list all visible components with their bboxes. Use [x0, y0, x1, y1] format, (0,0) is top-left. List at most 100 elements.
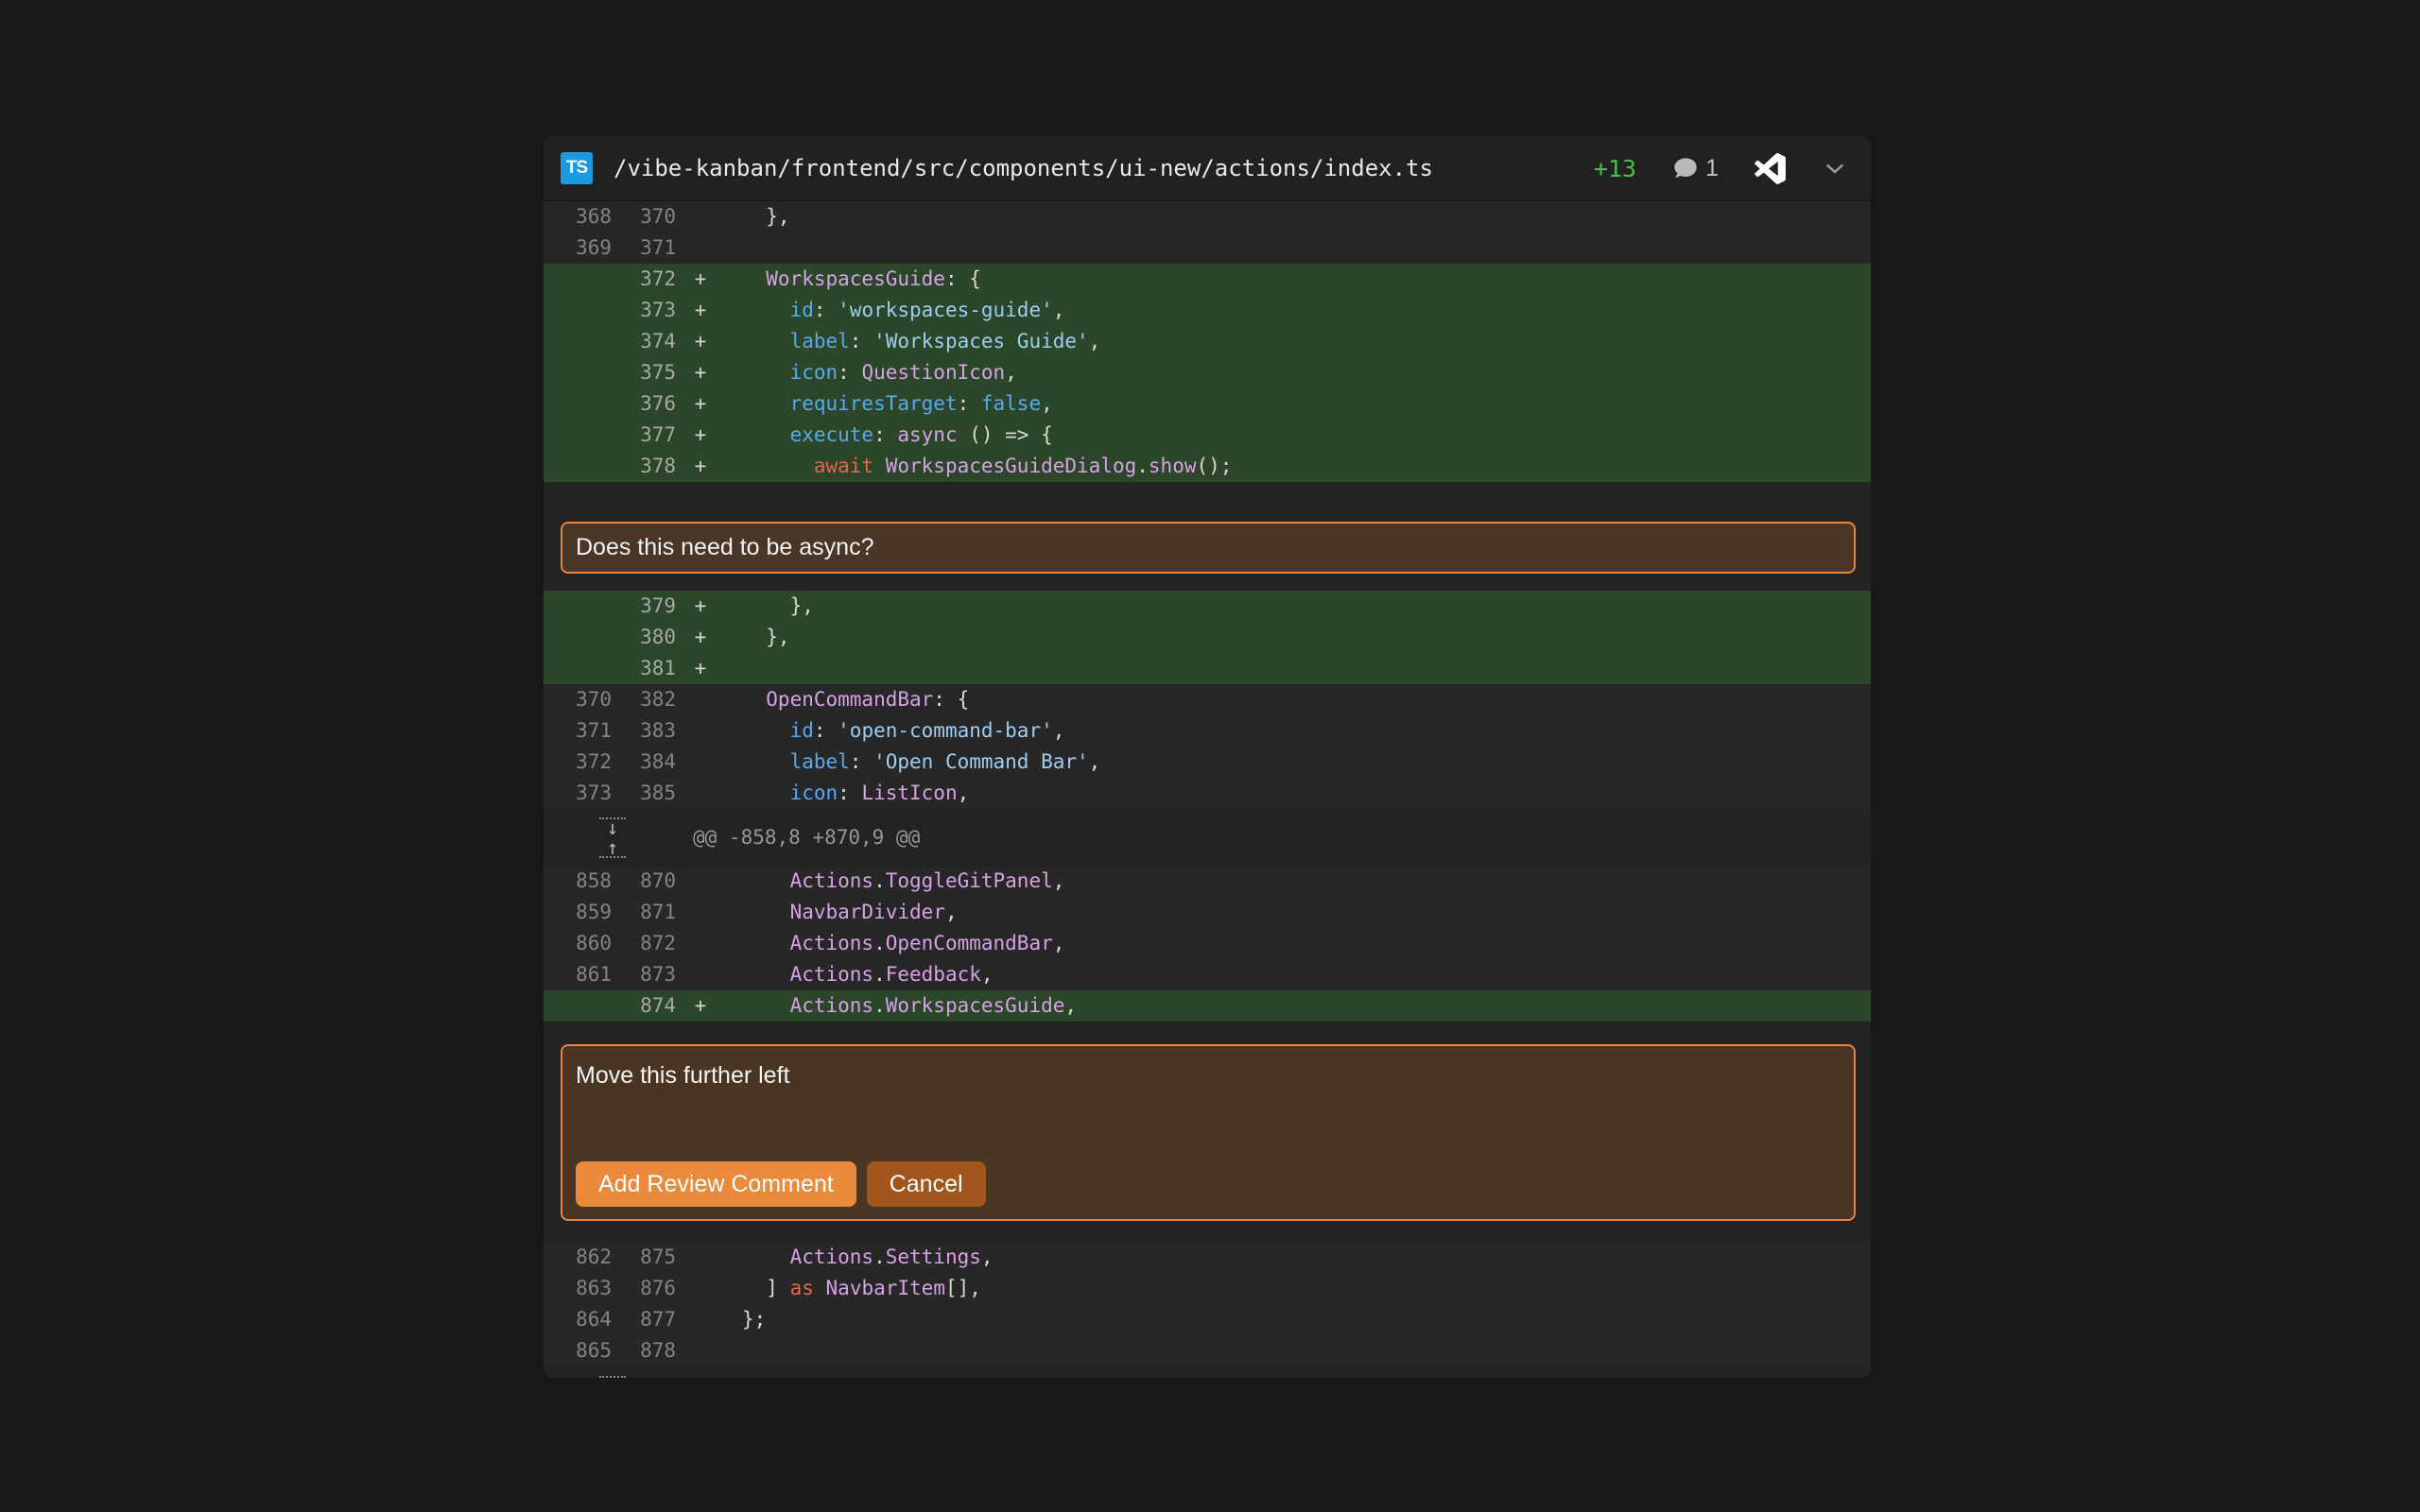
new-line-number: 383: [640, 719, 676, 742]
diff-row[interactable]: 374 + label: 'Workspaces Guide',: [544, 326, 1871, 357]
cancel-button[interactable]: Cancel: [866, 1161, 986, 1207]
old-line-number: 864: [576, 1308, 612, 1331]
diff-row[interactable]: 369 371: [544, 232, 1871, 264]
diff-row[interactable]: 377 + execute: async () => {: [544, 420, 1871, 451]
diff-row[interactable]: 859 871 NavbarDivider,: [544, 897, 1871, 928]
old-line-number: [544, 326, 612, 357]
code-line: Actions.OpenCommandBar,: [742, 932, 1065, 954]
diff-sign: +: [694, 330, 707, 352]
new-line-number: 873: [640, 963, 676, 986]
code-line: Actions.Feedback,: [742, 963, 994, 986]
expand-down-button[interactable]: ↓: [599, 1376, 626, 1378]
old-line-number: 863: [576, 1277, 612, 1299]
diff-row[interactable]: 380 + },: [544, 622, 1871, 653]
diff-row[interactable]: 379 + },: [544, 591, 1871, 622]
code-line: },: [742, 626, 790, 648]
expand-up-icon: ↑: [606, 835, 619, 859]
diff-row[interactable]: 378 + await WorkspacesGuideDialog.show();: [544, 451, 1871, 482]
diff-row[interactable]: 865 878: [544, 1335, 1871, 1366]
diff-sign: [676, 684, 725, 715]
diff-row[interactable]: 375 + icon: QuestionIcon,: [544, 357, 1871, 388]
expand-up-button[interactable]: ↑: [599, 835, 626, 859]
code-line: Actions.ToggleGitPanel,: [742, 869, 1065, 892]
new-line-number: 377: [640, 423, 676, 446]
diff-row[interactable]: 372 384 label: 'Open Command Bar',: [544, 747, 1871, 778]
review-comment-input[interactable]: Move this further left: [576, 1061, 1841, 1161]
open-in-vscode-button[interactable]: [1754, 152, 1786, 184]
diff-row[interactable]: 373 385 icon: ListIcon,: [544, 778, 1871, 809]
diff-sign: [676, 1273, 725, 1304]
diff-sign: [676, 1335, 725, 1366]
diff-row[interactable]: 863 876 ] as NavbarItem[],: [544, 1273, 1871, 1304]
diff-sign: [676, 959, 725, 990]
diff-sign: [676, 928, 725, 959]
diff-row[interactable]: 864 877};: [544, 1304, 1871, 1335]
diff-sign: [676, 1304, 725, 1335]
add-review-comment-button[interactable]: Add Review Comment: [576, 1161, 856, 1207]
diff-row[interactable]: 861 873 Actions.Feedback,: [544, 959, 1871, 990]
dotted-divider: [599, 855, 626, 858]
review-comment-text: Does this need to be async?: [576, 534, 874, 560]
diff-row[interactable]: 376 + requiresTarget: false,: [544, 388, 1871, 420]
old-line-number: 861: [576, 963, 612, 986]
diff-expander: ↓: [544, 1366, 1871, 1378]
diff-row[interactable]: 874 + Actions.WorkspacesGuide,: [544, 990, 1871, 1022]
diff-sign: [676, 897, 725, 928]
code-line: ] as NavbarItem[],: [742, 1277, 981, 1299]
old-line-number: [544, 990, 612, 1022]
additions-count: +13: [1593, 154, 1637, 182]
diff-row[interactable]: 858 870 Actions.ToggleGitPanel,: [544, 866, 1871, 897]
old-line-number: 370: [576, 688, 612, 711]
new-line-number: 877: [640, 1308, 676, 1331]
diff-row[interactable]: 371 383 id: 'open-command-bar',: [544, 715, 1871, 747]
diff-row[interactable]: 381 +: [544, 653, 1871, 684]
old-line-number: 860: [576, 932, 612, 954]
new-line-number: 379: [640, 594, 676, 617]
diff-row[interactable]: 370 382 OpenCommandBar: {: [544, 684, 1871, 715]
code-line: [725, 653, 742, 684]
code-line: WorkspacesGuide: {: [742, 267, 981, 290]
diff-body: 368 370 }, 369 371 372 + WorkspacesGuide: {37…: [544, 201, 1871, 1378]
new-line-number: 871: [640, 901, 676, 923]
comment-count-badge[interactable]: 1: [1672, 155, 1719, 182]
old-line-number: 865: [576, 1339, 612, 1362]
old-line-number: [544, 357, 612, 388]
diff-row[interactable]: 373 + id: 'workspaces-guide',: [544, 295, 1871, 326]
old-line-number: [544, 295, 612, 326]
diff-row[interactable]: 860 872 Actions.OpenCommandBar,: [544, 928, 1871, 959]
review-comment: Does this need to be async?: [561, 522, 1856, 574]
old-line-number: 368: [576, 205, 612, 228]
review-comment-editor: Move this further left Add Review Comment…: [561, 1044, 1856, 1221]
code-line: OpenCommandBar: {: [742, 688, 970, 711]
new-line-number: 374: [640, 330, 676, 352]
diff-sign: +: [694, 626, 707, 648]
code-line: await WorkspacesGuideDialog.show();: [742, 455, 1233, 477]
diff-sign: +: [694, 423, 707, 446]
header-actions: +13 1: [1593, 152, 1848, 184]
code-line: icon: QuestionIcon,: [742, 361, 1017, 384]
new-line-number: 370: [640, 205, 676, 228]
code-line: Actions.WorkspacesGuide,: [742, 994, 1078, 1017]
diff-sign: [676, 715, 725, 747]
collapse-chevron-button[interactable]: [1822, 155, 1848, 181]
expand-down-button[interactable]: ↓: [599, 816, 626, 837]
new-line-number: 371: [640, 236, 676, 259]
new-line-number: 878: [640, 1339, 676, 1362]
code-line: id: 'workspaces-guide',: [742, 299, 1065, 321]
code-line: },: [742, 594, 814, 617]
vscode-icon: [1754, 152, 1786, 184]
new-line-number: 876: [640, 1277, 676, 1299]
code-line: label: 'Open Command Bar',: [742, 750, 1101, 773]
code-line: };: [742, 1308, 767, 1331]
diff-sign: +: [694, 994, 707, 1017]
diff-row[interactable]: 372 + WorkspacesGuide: {: [544, 264, 1871, 295]
diff-row[interactable]: 862 875 Actions.Settings,: [544, 1242, 1871, 1273]
diff-row[interactable]: 368 370 },: [544, 201, 1871, 232]
old-line-number: [544, 591, 612, 622]
code-line: Actions.Settings,: [742, 1246, 994, 1268]
code-line: NavbarDivider,: [742, 901, 958, 923]
diff-sign: [676, 778, 725, 809]
chevron-down-icon: [1822, 155, 1848, 181]
diff-header: TS /vibe-kanban/frontend/src/components/…: [544, 136, 1871, 201]
new-line-number: 385: [640, 782, 676, 804]
